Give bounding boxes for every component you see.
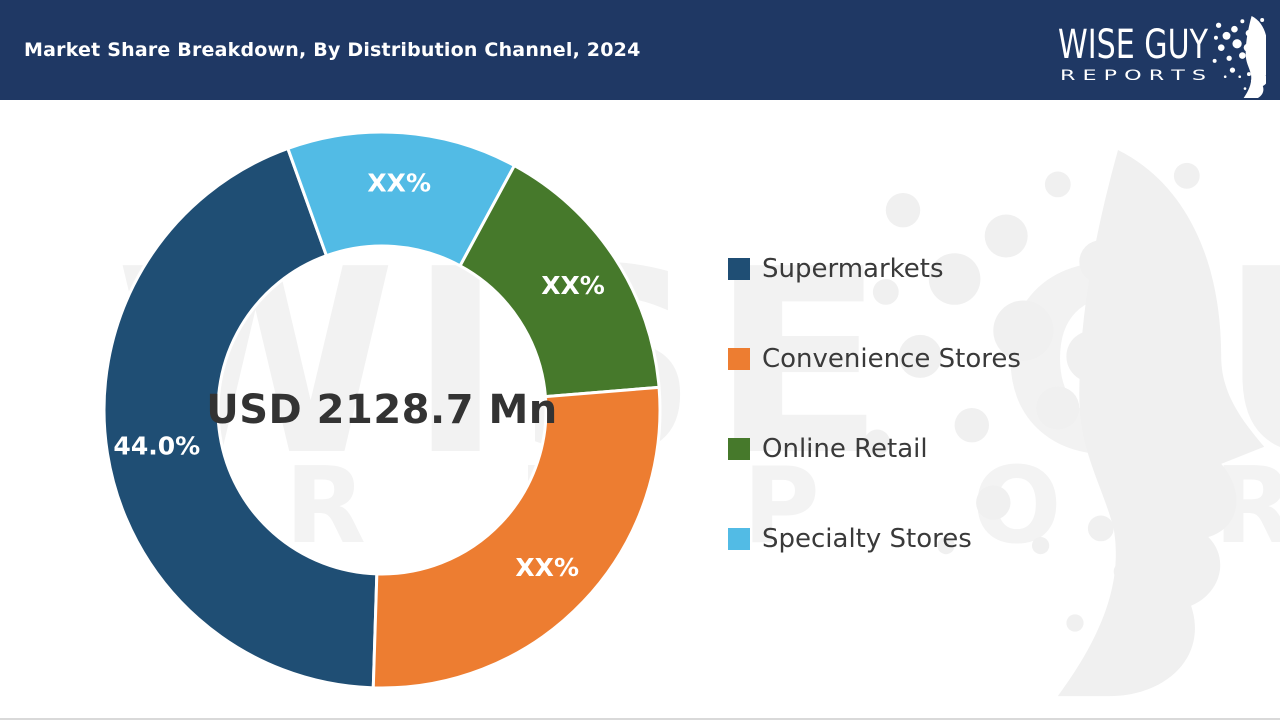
logo-wordmark: WISE GUY [1058, 22, 1208, 68]
slice-label-convenience-stores: XX% [515, 553, 579, 582]
legend-label: Online Retail [762, 434, 928, 464]
legend-item-convenience-stores: Convenience Stores [728, 346, 1021, 372]
legend-item-online-retail: Online Retail [728, 436, 1021, 462]
legend-label: Supermarkets [762, 254, 944, 284]
logo-head-icon [1212, 16, 1275, 100]
slice-label-specialty-stores: XX% [367, 168, 431, 197]
chart-legend: Supermarkets Convenience Stores Online Ret… [728, 256, 1021, 552]
legend-swatch [728, 258, 750, 280]
wise-guy-logo-graphic: WISE GUY R E P O R T S [1058, 16, 1275, 100]
legend-item-supermarkets: Supermarkets [728, 256, 1021, 282]
report-page: Market Share Breakdown, By Distribution … [0, 0, 1280, 720]
wise-guy-logo: WISE GUY R E P O R T S [1026, 6, 1275, 100]
legend-swatch [728, 528, 750, 550]
logo-subtitle: R E P O R T S [1060, 68, 1206, 84]
legend-swatch [728, 438, 750, 460]
page-title: Market Share Breakdown, By Distribution … [24, 39, 641, 61]
slice-label-supermarkets: 44.0% [113, 431, 200, 460]
legend-label: Convenience Stores [762, 344, 1021, 374]
legend-item-specialty-stores: Specialty Stores [728, 526, 1021, 552]
legend-swatch [728, 348, 750, 370]
chart-area: WISE GUY R E P O R T S 44.0%XX%XX%XX% US… [0, 100, 1280, 720]
header-bar: Market Share Breakdown, By Distribution … [0, 0, 1280, 100]
chart-center-value: USD 2128.7 Mn [206, 387, 558, 433]
slice-label-online-retail: XX% [541, 271, 605, 300]
legend-label: Specialty Stores [762, 524, 972, 554]
